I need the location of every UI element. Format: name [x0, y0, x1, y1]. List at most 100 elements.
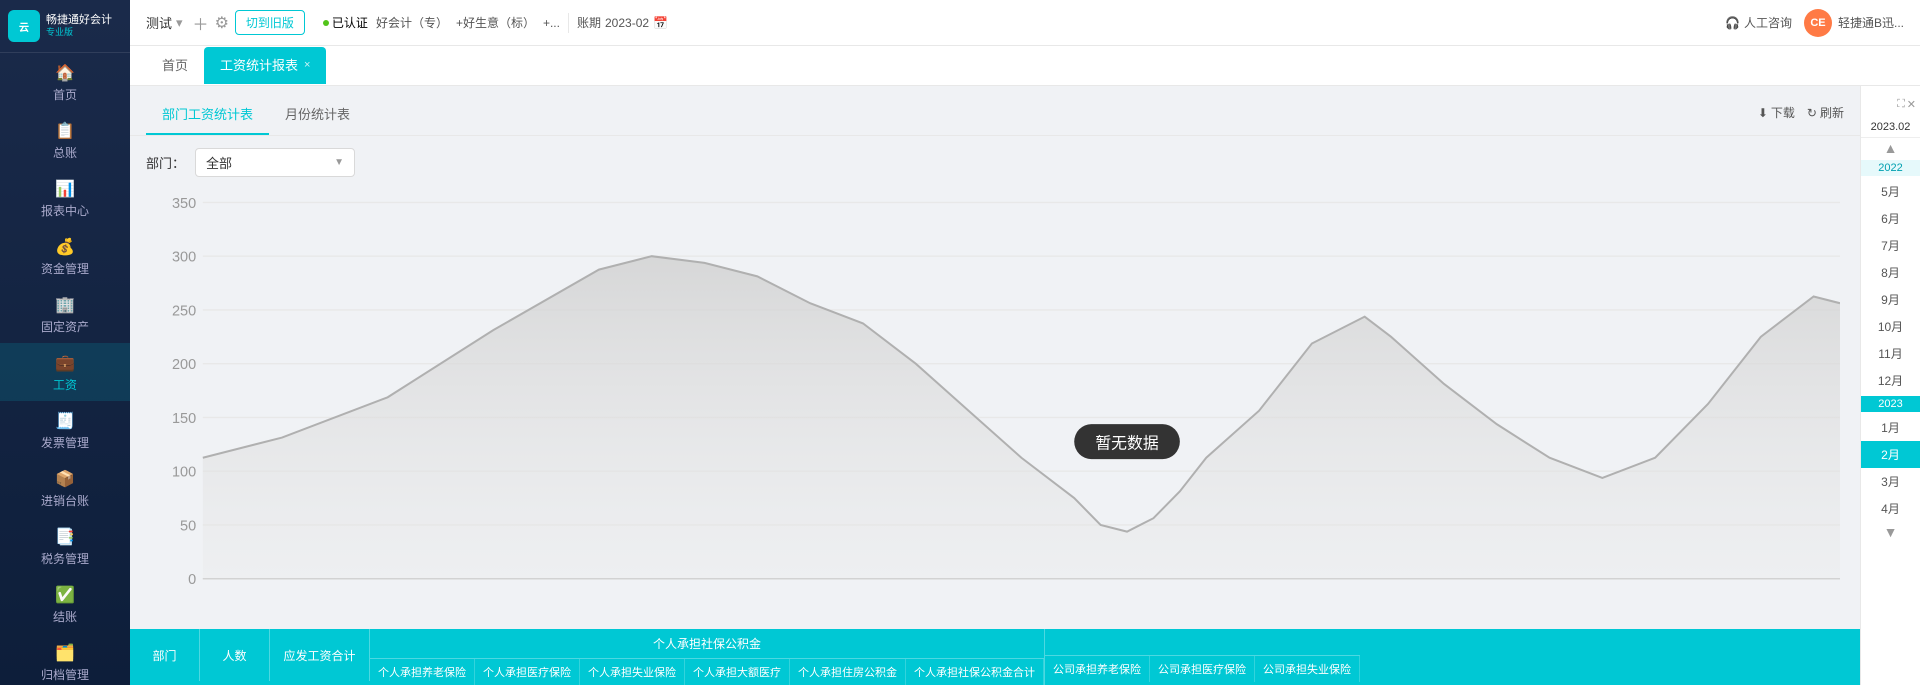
date-month-item[interactable]: 7月 [1861, 232, 1920, 259]
sidebar-item-总账[interactable]: 📋 总账 [0, 111, 130, 169]
tab-home-label: 首页 [162, 55, 188, 74]
date-month-item[interactable]: 8月 [1861, 259, 1920, 286]
sub-tab-dept[interactable]: 部门工资统计表 [146, 98, 269, 135]
good-accounting-label: 好会计（专） [376, 14, 448, 31]
nav-label: 资金管理 [41, 260, 89, 277]
date-next-btn[interactable]: ▼ [1861, 522, 1920, 542]
company-label: 测试 [146, 13, 172, 32]
user-info[interactable]: CE 轻捷通B迅... [1804, 9, 1904, 37]
dept-select[interactable]: 全部 ▼ [195, 148, 355, 177]
nav-label: 发票管理 [41, 434, 89, 451]
year-2023-label: 2023 [1861, 396, 1920, 412]
company-chevron-icon: ▾ [176, 15, 183, 31]
date-months: 20225月6月7月8月9月10月11月12月20231月2月3月4月 [1861, 158, 1920, 522]
sidebar-nav: 🏠 首页📋 总账📊 报表中心💰 资金管理🏢 固定资产💼 工资🧾 发票管理📦 [0, 53, 130, 685]
bottom-table: 部门 人数 应发工资合计 个人承担社保公积金 个人承担养老保险个人承担医疗保险个… [130, 629, 1860, 685]
nav-icon: 🏢 [55, 295, 75, 315]
sidebar-item-资金管理[interactable]: 💰 资金管理 [0, 227, 130, 285]
date-month-item[interactable]: 6月 [1861, 205, 1920, 232]
panel-expand-btn[interactable]: ⛶ [1897, 98, 1905, 111]
nav-icon: 💰 [55, 237, 75, 257]
th-company-col: 公司承担医疗保险 [1150, 656, 1255, 682]
sidebar-logo: 云 畅捷通好会计 专业版 [0, 0, 130, 53]
sidebar-item-归档管理[interactable]: 🗂️ 归档管理 [0, 633, 130, 685]
personal-group-cols: 个人承担养老保险个人承担医疗保险个人承担失业保险个人承担大额医疗个人承担住房公积… [370, 659, 1044, 685]
nav-label: 税务管理 [41, 550, 89, 567]
date-month-item[interactable]: 3月 [1861, 468, 1920, 495]
date-month-item[interactable]: 4月 [1861, 495, 1920, 522]
certified-label: 已认证 [332, 14, 368, 31]
panel-close-btn[interactable]: ✕ [1907, 98, 1916, 111]
date-month-item[interactable]: 1月 [1861, 414, 1920, 441]
nav-icon: 📋 [55, 121, 75, 141]
period-badge: 账期 2023-02 📅 [577, 14, 668, 31]
sidebar-item-税务管理[interactable]: 📑 税务管理 [0, 517, 130, 575]
date-panel-header: ✕ ⛶ [1861, 94, 1920, 117]
settings-icon[interactable]: ⚙ [215, 13, 229, 33]
nav-label: 报表中心 [41, 202, 89, 219]
nav-label: 首页 [53, 86, 77, 103]
th-personal-col: 个人承担医疗保险 [475, 659, 580, 685]
dept-filter-label: 部门： [146, 153, 185, 172]
date-prev-btn[interactable]: ▲ [1861, 138, 1920, 158]
nav-icon: 🧾 [55, 411, 75, 431]
date-month-item[interactable]: 10月 [1861, 313, 1920, 340]
logo-icon: 云 [8, 10, 40, 42]
add-icon[interactable]: ＋ [193, 11, 209, 35]
nav-label: 结账 [53, 608, 77, 625]
logo-text: 畅捷通好会计 专业版 [46, 13, 112, 39]
nav-label: 总账 [53, 144, 77, 161]
sidebar-item-报表中心[interactable]: 📊 报表中心 [0, 169, 130, 227]
topbar-right: 🎧 人工咨询 CE 轻捷通B迅... [1725, 9, 1904, 37]
old-mode-button[interactable]: 切到旧版 [235, 10, 305, 35]
download-button[interactable]: ⬇ 下载 [1758, 104, 1795, 121]
nav-icon: ✅ [55, 585, 75, 605]
headset-icon: 🎧 [1725, 16, 1740, 30]
date-month-item[interactable]: 9月 [1861, 286, 1920, 313]
company-name[interactable]: 测试 ▾ [146, 13, 183, 32]
personal-group-title: 个人承担社保公积金 [370, 629, 1044, 659]
filter-bar: 部门： 全部 ▼ [130, 136, 1860, 189]
dept-value: 全部 [206, 153, 232, 172]
tab-salary-label: 工资统计报表 [220, 55, 298, 74]
refresh-button[interactable]: ↻ 刷新 [1807, 104, 1844, 121]
svg-text:300: 300 [172, 249, 196, 265]
date-month-item[interactable]: 2月 [1861, 441, 1920, 468]
sub-tab-monthly[interactable]: 月份统计表 [269, 98, 366, 135]
svg-text:250: 250 [172, 303, 196, 319]
tabbar: 首页 工资统计报表 × [130, 46, 1920, 86]
help-button[interactable]: 🎧 人工咨询 [1725, 14, 1792, 31]
nav-icon: 🗂️ [55, 643, 75, 663]
date-month-item[interactable]: 12月 [1861, 367, 1920, 394]
sidebar-item-进销台账[interactable]: 📦 进销台账 [0, 459, 130, 517]
sidebar-item-工资[interactable]: 💼 工资 [0, 343, 130, 401]
period-label: 账期 [577, 14, 601, 31]
content-main: 部门工资统计表 月份统计表 ⬇ 下载 ↻ 刷新 [130, 86, 1860, 685]
download-icon: ⬇ [1758, 106, 1768, 120]
logo-line2: 专业版 [46, 27, 112, 39]
date-month-item[interactable]: 5月 [1861, 178, 1920, 205]
tab-home[interactable]: 首页 [146, 47, 204, 84]
date-month-item[interactable]: 11月 [1861, 340, 1920, 367]
sidebar-item-固定资产[interactable]: 🏢 固定资产 [0, 285, 130, 343]
topbar-actions: ＋ ⚙ 切到旧版 [193, 10, 305, 35]
sidebar-item-结账[interactable]: ✅ 结账 [0, 575, 130, 633]
svg-text:0: 0 [188, 572, 196, 588]
svg-text:200: 200 [172, 357, 196, 373]
company-group-cols: 公司承担养老保险公司承担医疗保险公司承担失业保险 [1045, 656, 1360, 682]
sidebar-item-首页[interactable]: 🏠 首页 [0, 53, 130, 111]
sub-tabs-right: ⬇ 下载 ↻ 刷新 [1758, 104, 1844, 129]
user-name: 轻捷通B迅... [1838, 14, 1904, 31]
svg-text:暂无数据: 暂无数据 [1095, 434, 1158, 452]
th-total-salary: 应发工资合计 [270, 629, 370, 681]
tab-close-icon[interactable]: × [304, 59, 310, 71]
tab-salary[interactable]: 工资统计报表 × [204, 47, 326, 84]
calendar-icon[interactable]: 📅 [653, 16, 668, 30]
sidebar-item-发票管理[interactable]: 🧾 发票管理 [0, 401, 130, 459]
th-people: 人数 [200, 629, 270, 681]
certified-dot [323, 20, 329, 26]
divider [568, 13, 569, 33]
content-with-panel: 部门工资统计表 月份统计表 ⬇ 下载 ↻ 刷新 [130, 86, 1920, 685]
th-dept: 部门 [130, 629, 200, 681]
avatar: CE [1804, 9, 1832, 37]
